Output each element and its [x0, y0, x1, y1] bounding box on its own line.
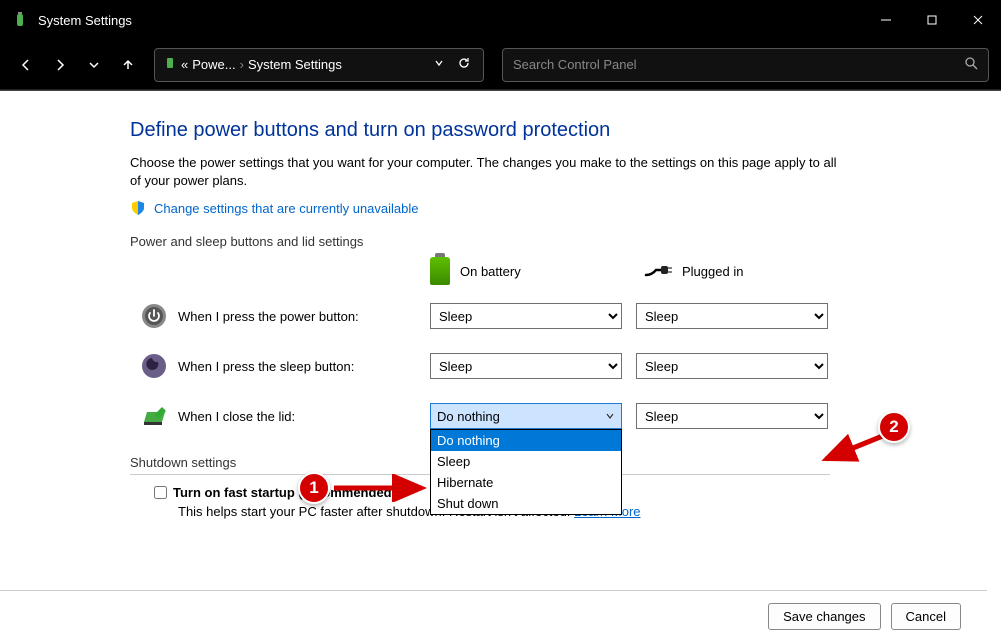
back-button[interactable]: [12, 51, 40, 79]
dropdown-option[interactable]: Sleep: [431, 451, 621, 472]
page-description: Choose the power settings that you want …: [130, 154, 850, 190]
lid-battery-options-list: Do nothing Sleep Hibernate Shut down: [430, 429, 622, 515]
chevron-right-icon: ›: [240, 57, 244, 72]
battery-mini-icon: [163, 56, 177, 73]
table-row: When I press the sleep button: Sleep Sle…: [130, 341, 961, 391]
lid-plugged-select[interactable]: Sleep: [636, 403, 828, 429]
address-history-dropdown[interactable]: [429, 57, 449, 72]
row-label: When I press the power button:: [178, 309, 430, 324]
nav-toolbar: « Powe... › System Settings Search Contr…: [0, 40, 1001, 90]
col-battery-label: On battery: [460, 264, 521, 279]
refresh-button[interactable]: [453, 56, 475, 73]
recent-dropdown[interactable]: [80, 51, 108, 79]
close-button[interactable]: [955, 0, 1001, 40]
change-unavailable-link[interactable]: Change settings that are currently unava…: [154, 201, 419, 216]
col-plugged-label: Plugged in: [682, 264, 743, 279]
row-label: When I close the lid:: [178, 409, 430, 424]
breadcrumb-item[interactable]: Powe...: [192, 57, 235, 72]
cancel-button[interactable]: Cancel: [891, 603, 961, 630]
breadcrumb-pre: «: [181, 57, 188, 72]
search-placeholder: Search Control Panel: [513, 57, 637, 72]
dropdown-option[interactable]: Do nothing: [431, 430, 621, 451]
search-icon: [964, 56, 978, 73]
sleep-battery-select[interactable]: Sleep: [430, 353, 622, 379]
battery-icon: [430, 257, 450, 285]
annotation-arrow-1: [330, 474, 430, 502]
section-label-power: Power and sleep buttons and lid settings: [130, 234, 961, 249]
lid-battery-selected-value: Do nothing: [437, 409, 500, 424]
dropdown-option[interactable]: Shut down: [431, 493, 621, 514]
content-pane: Define power buttons and turn on passwor…: [0, 91, 1001, 642]
row-label: When I press the sleep button:: [178, 359, 430, 374]
table-row: When I press the power button: Sleep Sle…: [130, 291, 961, 341]
chevron-down-icon: [605, 409, 615, 424]
lid-icon: [136, 402, 172, 430]
breadcrumb-item[interactable]: System Settings: [248, 57, 342, 72]
forward-button[interactable]: [46, 51, 74, 79]
minimize-button[interactable]: [863, 0, 909, 40]
save-button[interactable]: Save changes: [768, 603, 880, 630]
app-icon: [12, 12, 28, 28]
footer-bar: Save changes Cancel: [0, 590, 987, 642]
annotation-badge-1: 1: [298, 472, 330, 504]
address-bar[interactable]: « Powe... › System Settings: [154, 48, 484, 82]
fast-startup-checkbox[interactable]: [154, 486, 167, 499]
dropdown-option[interactable]: Hibernate: [431, 472, 621, 493]
power-battery-select[interactable]: Sleep: [430, 303, 622, 329]
maximize-button[interactable]: [909, 0, 955, 40]
shield-icon: [130, 200, 146, 216]
lid-battery-select[interactable]: Do nothing: [430, 403, 622, 429]
sleep-icon: [136, 352, 172, 380]
sleep-plugged-select[interactable]: Sleep: [636, 353, 828, 379]
power-settings-table: On battery Plugged in When I press the p…: [130, 257, 961, 441]
page-title: Define power buttons and turn on passwor…: [130, 119, 961, 142]
window-title: System Settings: [38, 13, 863, 28]
search-input[interactable]: Search Control Panel: [502, 48, 989, 82]
annotation-badge-2: 2: [878, 411, 910, 443]
power-plugged-select[interactable]: Sleep: [636, 303, 828, 329]
window-titlebar: System Settings: [0, 0, 1001, 40]
up-button[interactable]: [114, 51, 142, 79]
power-icon: [136, 302, 172, 330]
plug-icon: [644, 261, 672, 282]
